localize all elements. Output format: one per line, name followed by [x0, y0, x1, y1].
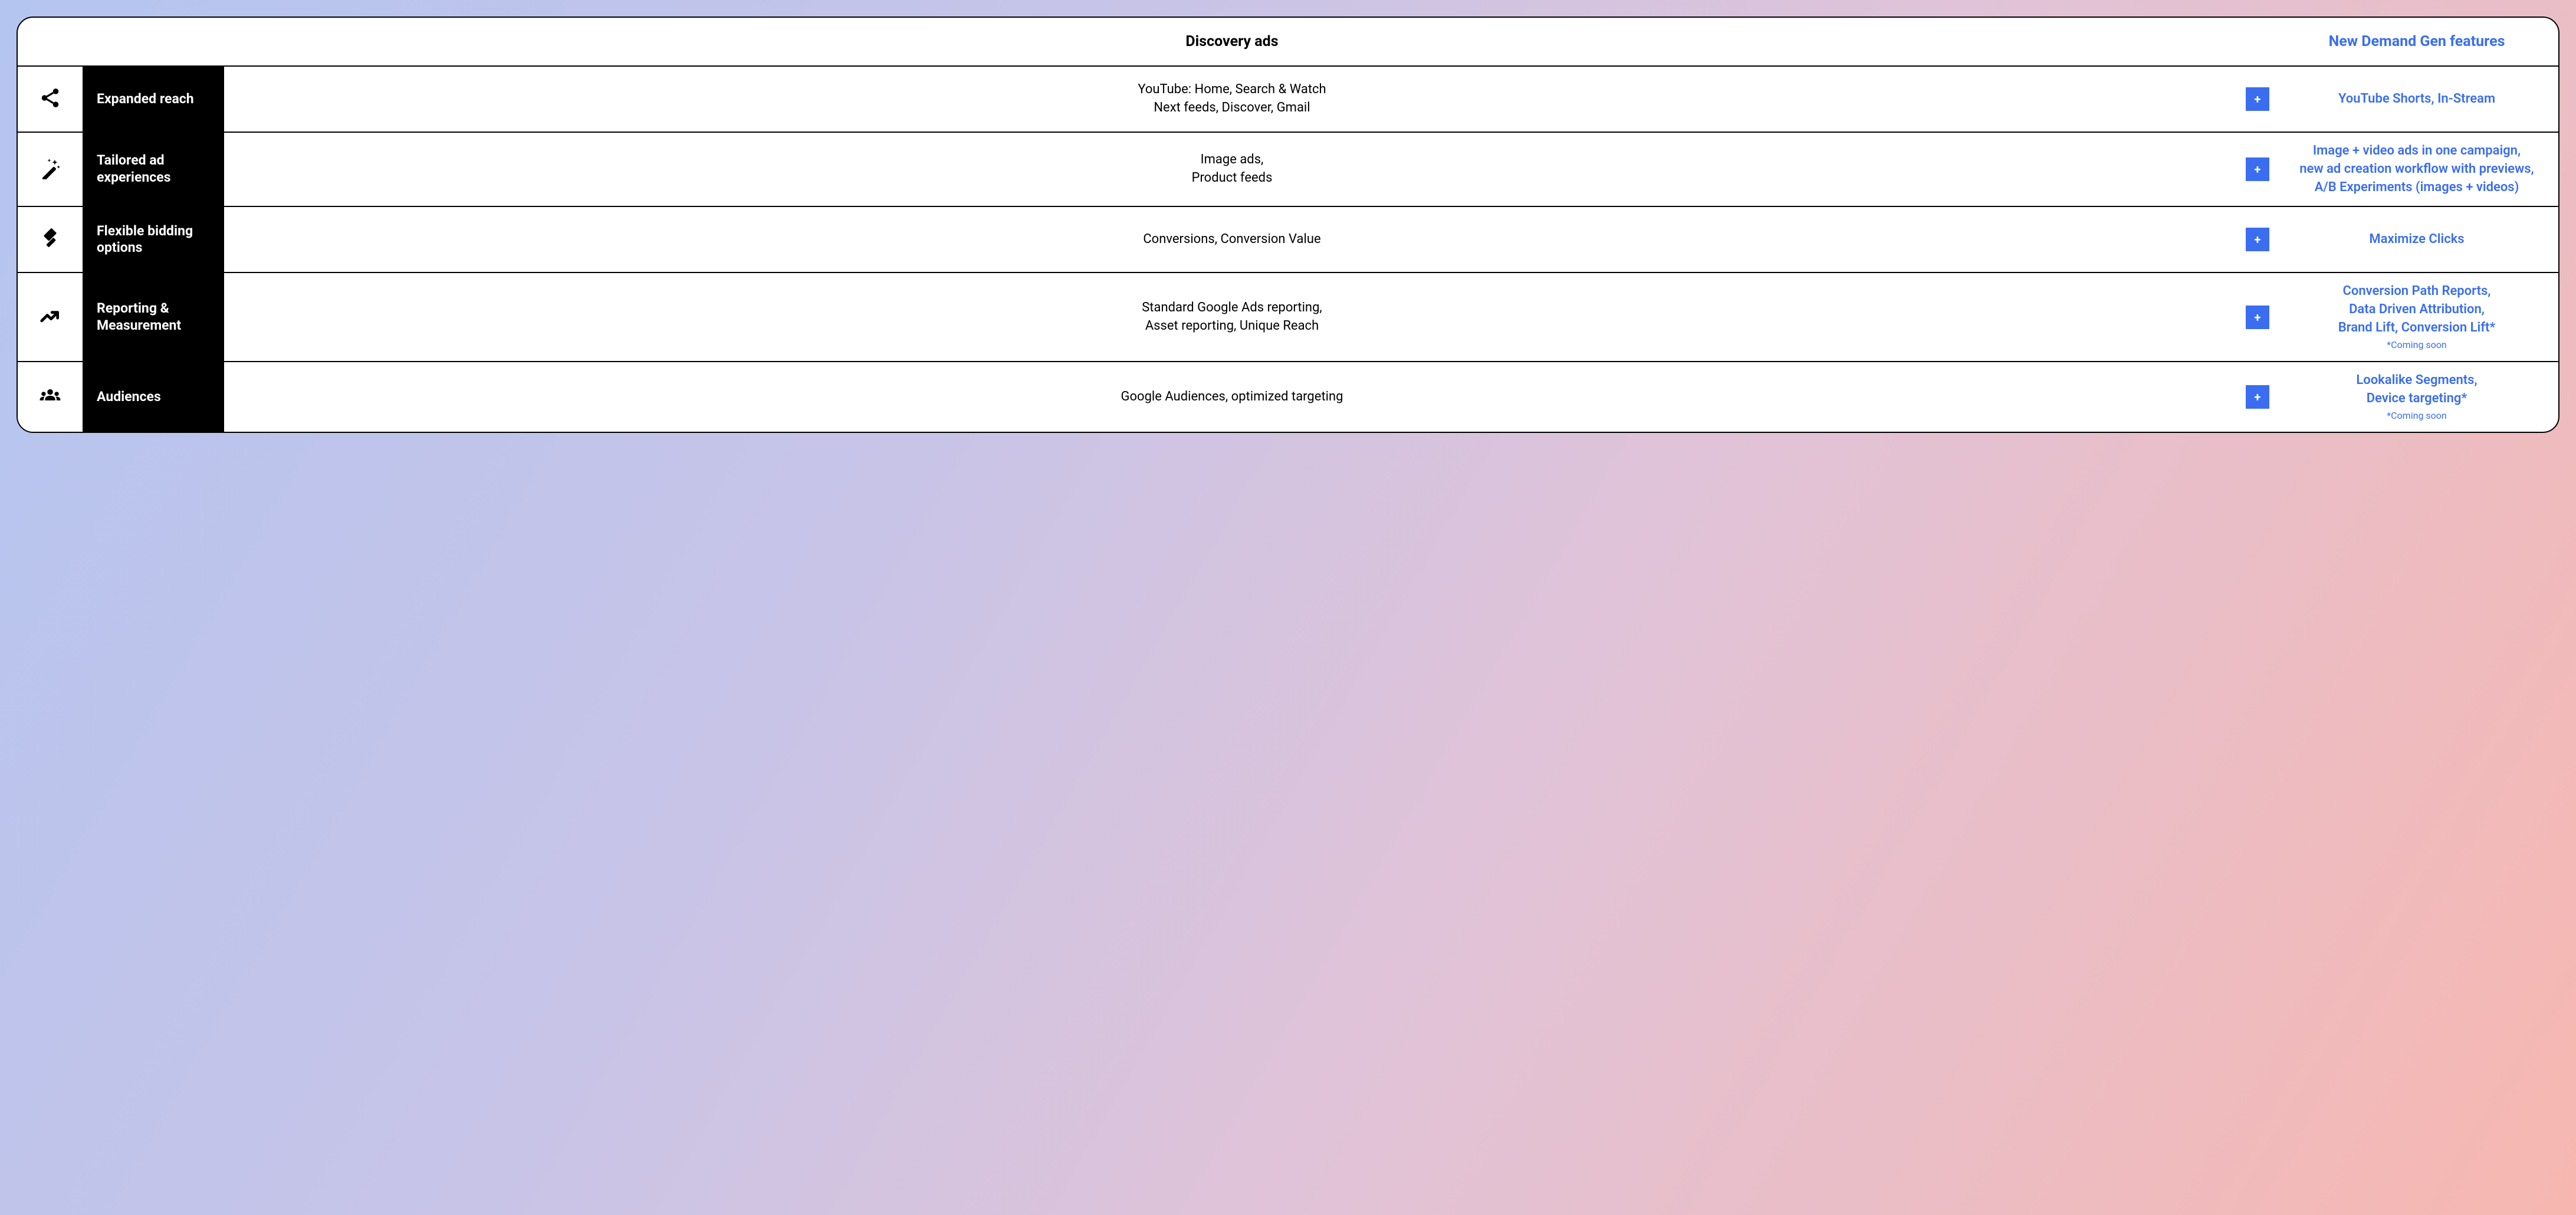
- row-label: Tailored ad experiences: [83, 133, 224, 206]
- people-icon: [39, 385, 61, 409]
- row-icon-cell: [18, 362, 83, 432]
- plus-icon: +: [2246, 157, 2269, 181]
- row-label: Flexible bidding options: [83, 207, 224, 272]
- row-new-value: Maximize Clicks: [2275, 207, 2558, 272]
- row-note: *Coming soon: [2387, 409, 2446, 422]
- gavel-icon: [39, 227, 61, 252]
- comparison-table: Discovery ads New Demand Gen features Ex…: [17, 17, 2559, 433]
- trend-icon: [39, 305, 61, 330]
- table-header: Discovery ads New Demand Gen features: [18, 18, 2558, 67]
- row-label: Expanded reach: [83, 67, 224, 132]
- table-row: Audiences Google Audiences, optimized ta…: [18, 362, 2558, 432]
- wand-icon: [39, 157, 61, 182]
- row-new-value: YouTube Shorts, In-Stream: [2275, 67, 2558, 132]
- row-plus-cell: +: [2240, 362, 2275, 432]
- row-icon-cell: [18, 67, 83, 132]
- row-discovery-value: Image ads, Product feeds: [224, 133, 2240, 206]
- row-icon-cell: [18, 133, 83, 206]
- plus-icon: +: [2246, 385, 2269, 409]
- row-plus-cell: +: [2240, 207, 2275, 272]
- row-discovery-value: Standard Google Ads reporting, Asset rep…: [224, 273, 2240, 361]
- table-row: Reporting & Measurement Standard Google …: [18, 273, 2558, 362]
- plus-icon: +: [2246, 87, 2269, 111]
- table-row: Flexible bidding options Conversions, Co…: [18, 207, 2558, 273]
- plus-icon: +: [2246, 306, 2269, 329]
- table-row: Expanded reach YouTube: Home, Search & W…: [18, 67, 2558, 133]
- row-new-text: Lookalike Segments, Device targeting*: [2356, 372, 2477, 408]
- row-discovery-value: Google Audiences, optimized targeting: [224, 362, 2240, 432]
- share-icon: [39, 87, 61, 111]
- row-note: *Coming soon: [2387, 339, 2446, 352]
- row-discovery-value: YouTube: Home, Search & Watch Next feeds…: [224, 67, 2240, 132]
- table-row: Tailored ad experiences Image ads, Produ…: [18, 133, 2558, 207]
- header-plus-spacer: [2240, 18, 2275, 65]
- row-plus-cell: +: [2240, 273, 2275, 361]
- row-plus-cell: +: [2240, 133, 2275, 206]
- row-icon-cell: [18, 207, 83, 272]
- row-new-text: YouTube Shorts, In-Stream: [2338, 90, 2495, 109]
- header-new-features: New Demand Gen features: [2275, 18, 2558, 65]
- row-new-text: Maximize Clicks: [2369, 231, 2464, 249]
- row-new-value: Lookalike Segments, Device targeting* *C…: [2275, 362, 2558, 432]
- header-spacer: [18, 18, 224, 65]
- row-plus-cell: +: [2240, 67, 2275, 132]
- row-new-value: Conversion Path Reports, Data Driven Att…: [2275, 273, 2558, 361]
- row-label: Reporting & Measurement: [83, 273, 224, 361]
- row-icon-cell: [18, 273, 83, 361]
- row-new-text: Image + video ads in one campaign, new a…: [2299, 142, 2534, 196]
- row-label: Audiences: [83, 362, 224, 432]
- row-new-value: Image + video ads in one campaign, new a…: [2275, 133, 2558, 206]
- row-new-text: Conversion Path Reports, Data Driven Att…: [2338, 283, 2496, 337]
- plus-icon: +: [2246, 228, 2269, 251]
- row-discovery-value: Conversions, Conversion Value: [224, 207, 2240, 272]
- header-discovery: Discovery ads: [224, 18, 2240, 65]
